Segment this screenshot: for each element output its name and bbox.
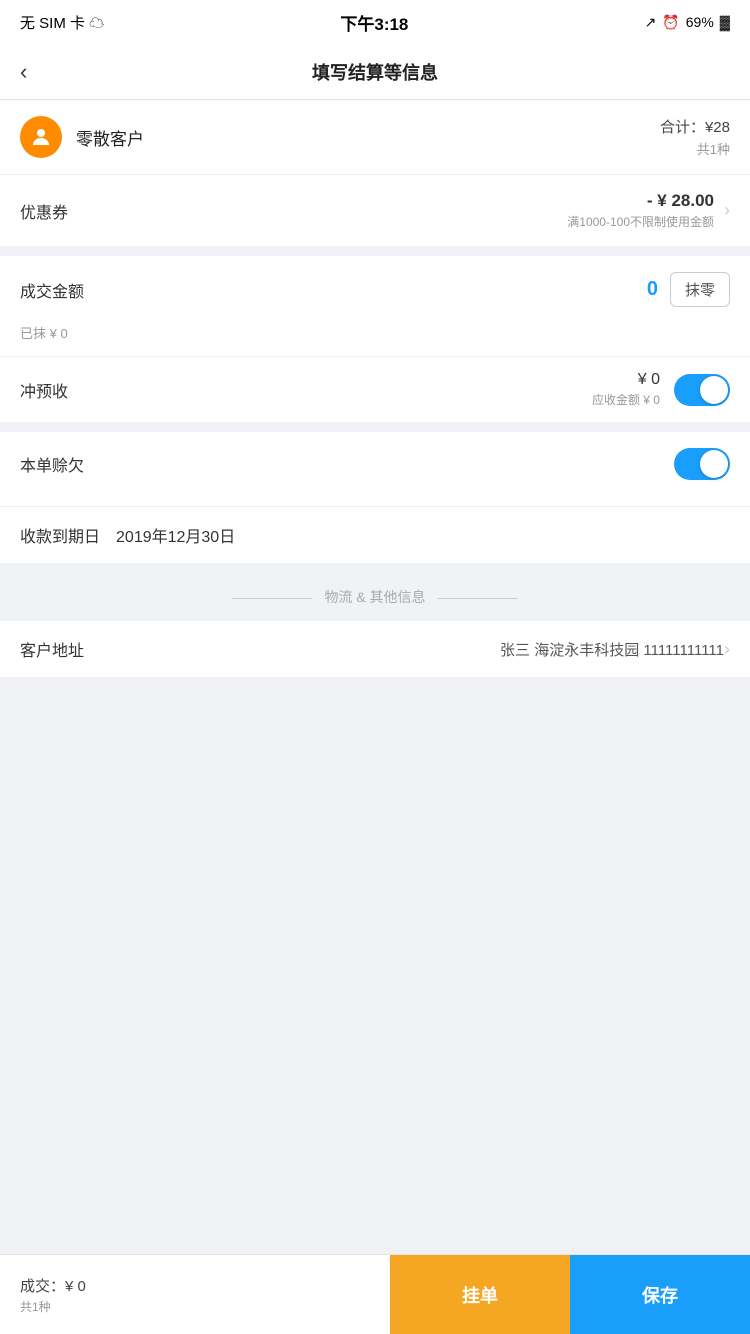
prereceive-value-block: ¥ 0 应收金额 ¥ 0 bbox=[592, 371, 660, 408]
coupon-label: 优惠券 bbox=[20, 199, 68, 223]
deal-section: 成交金额 0 抹零 已抹 ¥ 0 冲预收 ¥ 0 应收金额 ¥ 0 bbox=[0, 256, 750, 422]
bottom-info: 成交：¥ 0 共1种 bbox=[0, 1275, 390, 1315]
no-sim-label: 无 SIM 卡 ☁ bbox=[20, 12, 104, 33]
prereceive-row: 冲预收 ¥ 0 应收金额 ¥ 0 bbox=[0, 356, 750, 422]
address-section[interactable]: 客户地址 张三 海淀永丰科技园 11111111111 › bbox=[0, 621, 750, 677]
due-date-row: 收款到期日 2019年12月30日 bbox=[20, 523, 730, 547]
total-count: 共1种 bbox=[660, 139, 730, 158]
save-button[interactable]: 保存 bbox=[570, 1255, 750, 1334]
customer-card: 零散客户 合计：¥28 共1种 优惠券 - ¥ 28.00 满1000-100不… bbox=[0, 100, 750, 246]
back-button[interactable]: ‹ bbox=[20, 59, 27, 85]
avatar bbox=[20, 116, 62, 158]
logistics-divider: 物流 & 其他信息 bbox=[0, 573, 750, 621]
logistics-label: 物流 & 其他信息 bbox=[220, 589, 529, 605]
bottom-count: 共1种 bbox=[20, 1298, 370, 1315]
deal-value: 0 bbox=[647, 278, 658, 301]
bottom-deal-value: ¥ 0 bbox=[65, 1278, 86, 1295]
prereceive-right: ¥ 0 应收金额 ¥ 0 bbox=[592, 371, 730, 408]
customer-name: 零散客户 bbox=[76, 125, 144, 150]
customer-row: 零散客户 合计：¥28 共1种 bbox=[0, 100, 750, 174]
customer-right: 合计：¥28 共1种 bbox=[660, 116, 730, 158]
total-amount: 合计：¥28 bbox=[660, 116, 730, 137]
battery-label: 69% bbox=[686, 14, 714, 30]
bottom-deal-label: 成交：¥ 0 bbox=[20, 1275, 370, 1296]
credit-label: 本单赊欠 bbox=[20, 452, 84, 476]
page-title: 填写结算等信息 bbox=[312, 59, 438, 85]
due-date-section: 收款到期日 2019年12月30日 bbox=[0, 506, 750, 563]
prereceive-sub: 应收金额 ¥ 0 bbox=[592, 391, 660, 408]
content: 零散客户 合计：¥28 共1种 优惠券 - ¥ 28.00 满1000-100不… bbox=[0, 100, 750, 767]
prereceive-toggle[interactable] bbox=[674, 374, 730, 406]
nav-bar: ‹ 填写结算等信息 bbox=[0, 44, 750, 100]
credit-card: 本单赊欠 收款到期日 2019年12月30日 bbox=[0, 432, 750, 563]
coupon-row[interactable]: 优惠券 - ¥ 28.00 满1000-100不限制使用金额 › bbox=[0, 174, 750, 246]
location-icon: ↗ bbox=[645, 14, 657, 31]
toggle-knob bbox=[700, 376, 728, 404]
battery-icon: ▓ bbox=[720, 14, 730, 30]
status-left: 无 SIM 卡 ☁ bbox=[20, 12, 104, 33]
bottom-deal-prefix: 成交： bbox=[20, 1278, 65, 1295]
status-right: ↗ ⏰ 69% ▓ bbox=[645, 14, 730, 31]
deal-sub-text: 已抹 ¥ 0 bbox=[0, 323, 750, 356]
status-bar: 无 SIM 卡 ☁ 下午3:18 ↗ ⏰ 69% ▓ bbox=[0, 0, 750, 44]
coupon-desc: 满1000-100不限制使用金额 bbox=[567, 213, 714, 230]
coupon-value-block: - ¥ 28.00 满1000-100不限制使用金额 bbox=[567, 191, 714, 230]
due-date-value: 2019年12月30日 bbox=[116, 523, 235, 547]
deal-amount-label: 成交金额 bbox=[20, 278, 84, 302]
pending-button[interactable]: 挂单 bbox=[390, 1255, 570, 1334]
status-time: 下午3:18 bbox=[340, 10, 408, 35]
prereceive-amount: ¥ 0 bbox=[592, 371, 660, 389]
bottom-bar: 成交：¥ 0 共1种 挂单 保存 bbox=[0, 1254, 750, 1334]
chevron-right-icon: › bbox=[724, 200, 730, 221]
customer-left: 零散客户 bbox=[20, 116, 144, 158]
address-value: 张三 海淀永丰科技园 11111111111 bbox=[104, 639, 724, 660]
credit-toggle[interactable] bbox=[674, 448, 730, 480]
deal-row: 成交金额 0 抹零 bbox=[0, 256, 750, 323]
coupon-right: - ¥ 28.00 满1000-100不限制使用金额 › bbox=[567, 191, 730, 230]
address-label: 客户地址 bbox=[20, 637, 84, 661]
deal-right: 0 抹零 bbox=[647, 272, 730, 307]
alarm-icon: ⏰ bbox=[662, 14, 679, 31]
credit-toggle-knob bbox=[700, 450, 728, 478]
due-date-label: 收款到期日 bbox=[20, 523, 100, 547]
address-chevron-icon: › bbox=[724, 639, 730, 660]
prereceive-label: 冲预收 bbox=[20, 378, 68, 402]
round-zero-button[interactable]: 抹零 bbox=[670, 272, 730, 307]
coupon-amount: - ¥ 28.00 bbox=[567, 191, 714, 211]
credit-row: 本单赊欠 bbox=[0, 432, 750, 496]
